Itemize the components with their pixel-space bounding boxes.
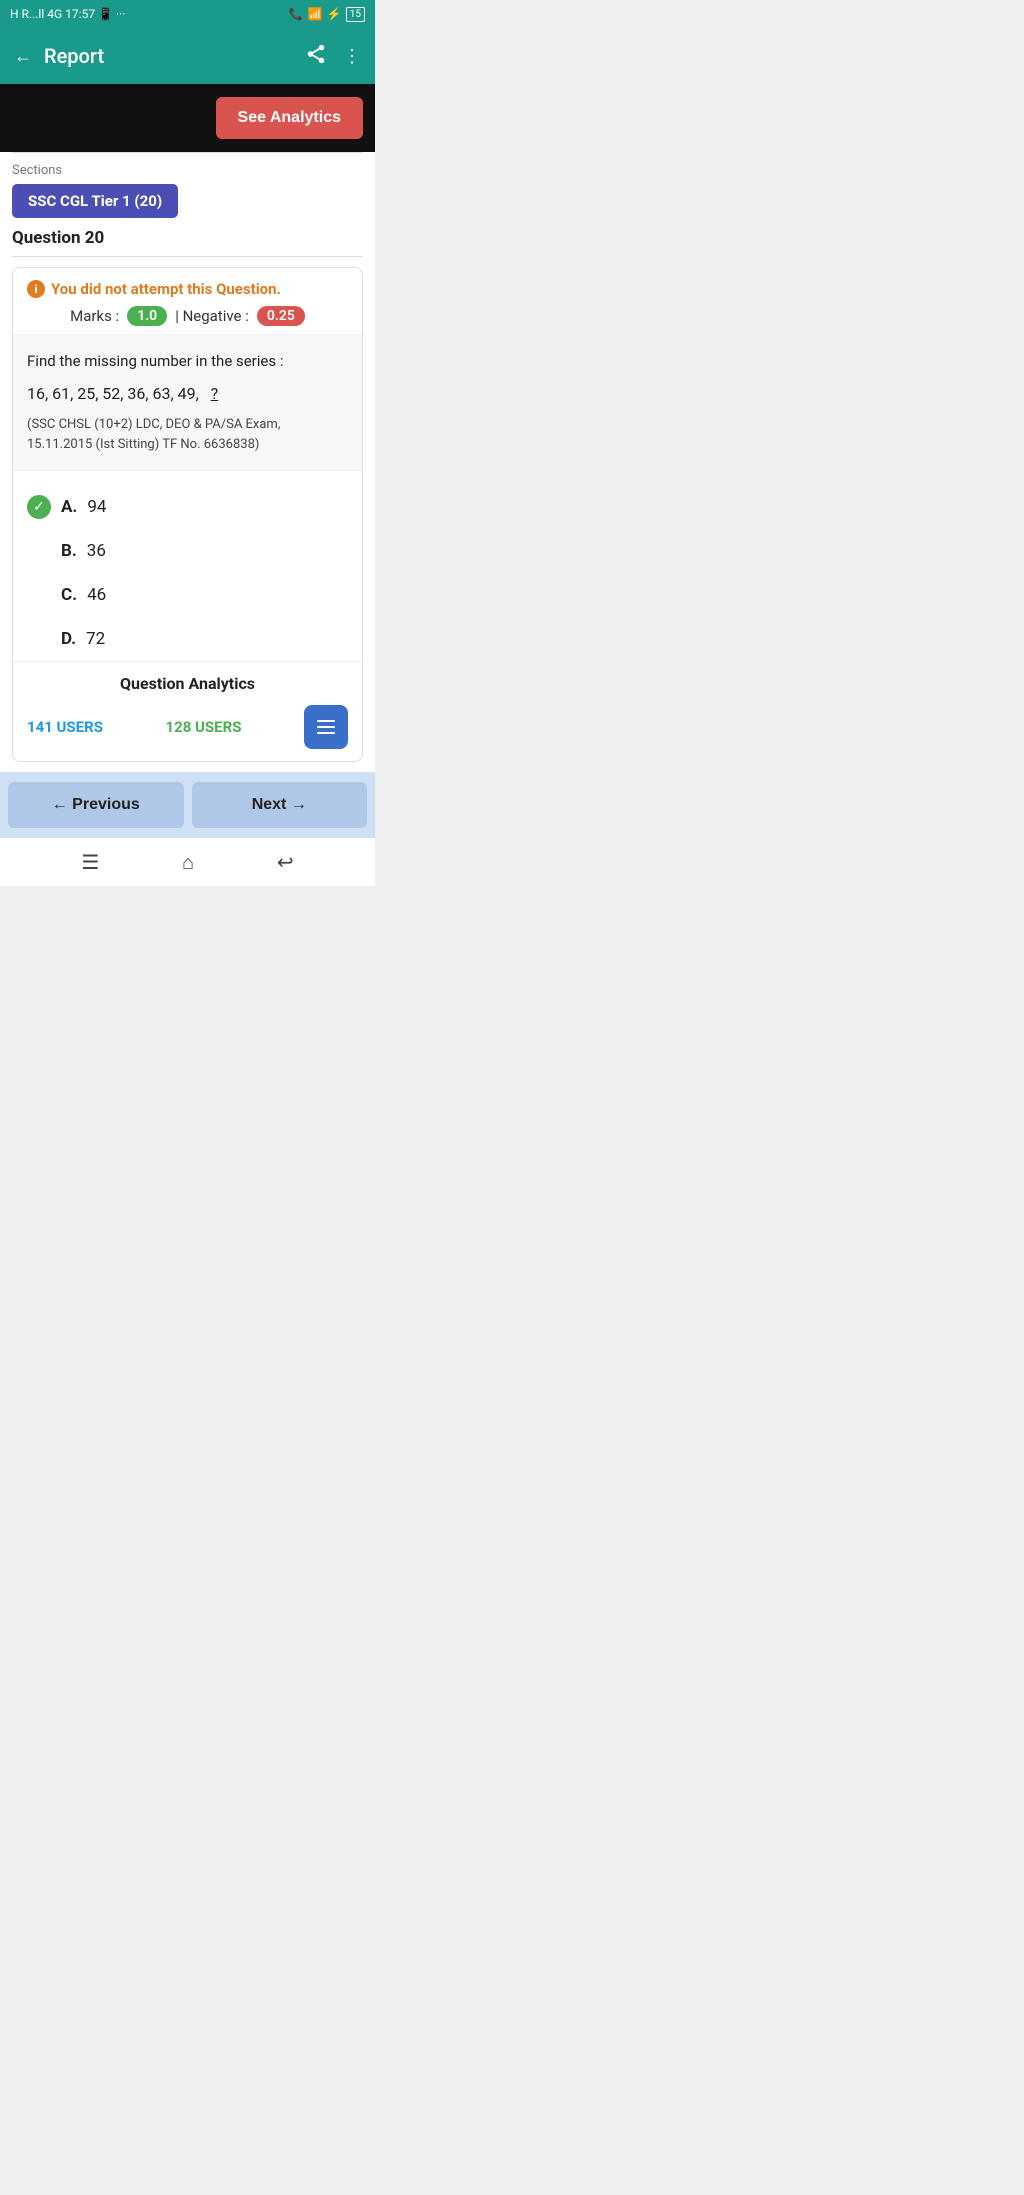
status-left: H R...ll 4G 17:57 📱 ··· (10, 7, 125, 21)
home-icon[interactable]: ⌂ (182, 850, 194, 875)
back-nav-icon[interactable]: ↩ (277, 850, 294, 874)
option-row-b: B. 36 (27, 529, 348, 573)
system-nav-bar: ☰ ⌂ ↩ (0, 838, 375, 886)
carrier-text: H R...ll (10, 7, 44, 21)
options-section: ✓ A. 94 B. 36 C. 46 D. 72 (13, 471, 362, 661)
header: ← Report ⋮ (0, 28, 375, 84)
option-a-label: A. (61, 497, 77, 517)
hamburger-icon[interactable]: ☰ (81, 850, 99, 874)
previous-button[interactable]: ← Previous (8, 782, 184, 828)
charging-icon: ⚡ (327, 7, 342, 21)
call-icon: 📞 (289, 7, 304, 21)
header-icons: ⋮ (305, 43, 361, 70)
option-b-value: 36 (87, 541, 106, 561)
section-pill[interactable]: SSC CGL Tier 1 (20) (12, 184, 178, 218)
marks-label: Marks : (70, 307, 119, 325)
network-type: 4G (47, 7, 62, 21)
attempt-notice: i You did not attempt this Question. Mar… (13, 268, 362, 335)
option-c-value: 46 (87, 585, 106, 605)
option-a-icon: ✓ (27, 495, 51, 519)
battery-indicator: 15 (346, 7, 365, 22)
marks-badge: 1.0 (127, 306, 167, 326)
negative-badge: 0.25 (257, 306, 305, 326)
marks-row: Marks : 1.0 | Negative : 0.25 (27, 306, 348, 326)
question-card: i You did not attempt this Question. Mar… (12, 267, 363, 762)
analytics-row: 141 USERS 128 USERS (27, 705, 348, 749)
blue-users-count: 141 USERS (27, 718, 103, 736)
option-b-label: B. (61, 541, 77, 561)
attempt-message: You did not attempt this Question. (51, 280, 281, 298)
option-row-d: D. 72 (27, 617, 348, 661)
question-number: Question 20 (12, 228, 363, 257)
time-display: 17:57 (65, 7, 95, 21)
question-source: (SSC CHSL (10+2) LDC, DEO & PA/SA Exam, … (27, 415, 348, 457)
question-body: Find the missing number in the series : … (13, 335, 362, 471)
green-users-count: 128 USERS (166, 718, 242, 736)
whatsapp-icon: 📱 (98, 7, 113, 21)
option-a-value: 94 (87, 497, 106, 517)
sections-label: Sections (12, 152, 363, 184)
option-d-icon (27, 627, 51, 651)
analytics-section: Question Analytics 141 USERS 128 USERS (13, 661, 362, 761)
header-left: ← Report (14, 44, 104, 68)
analytics-title: Question Analytics (27, 674, 348, 693)
attempt-text: i You did not attempt this Question. (27, 280, 348, 298)
option-d-label: D. (61, 629, 76, 649)
option-d-value: 72 (86, 629, 105, 649)
wifi-icon: 📶 (308, 7, 323, 21)
see-analytics-button[interactable]: See Analytics (216, 97, 363, 139)
analytics-list-button[interactable] (304, 705, 348, 749)
header-title: Report (44, 44, 104, 68)
option-c-label: C. (61, 585, 77, 605)
status-right: 📞 📶 ⚡ 15 (289, 7, 365, 22)
negative-label: | Negative : (175, 307, 249, 325)
option-b-icon (27, 539, 51, 563)
status-bar: H R...ll 4G 17:57 📱 ··· 📞 📶 ⚡ 15 (0, 0, 375, 28)
next-button[interactable]: Next → (192, 782, 368, 828)
correct-check-icon: ✓ (27, 495, 51, 519)
bottom-nav: ← Previous Next → (0, 772, 375, 838)
main-content: Sections SSC CGL Tier 1 (20) Question 20… (0, 152, 375, 772)
question-series: 16, 61, 25, 52, 36, 63, 49, ? (27, 381, 348, 407)
option-c-icon (27, 583, 51, 607)
option-row-a: ✓ A. 94 (27, 485, 348, 529)
share-button[interactable] (305, 43, 327, 70)
info-icon: i (27, 280, 45, 298)
option-row-c: C. 46 (27, 573, 348, 617)
dots-icon: ··· (116, 7, 125, 21)
blank-placeholder: ? (211, 384, 219, 403)
back-button[interactable]: ← (14, 46, 32, 67)
question-text: Find the missing number in the series : (27, 349, 348, 373)
menu-button[interactable]: ⋮ (343, 46, 361, 67)
analytics-band: See Analytics (0, 84, 375, 152)
